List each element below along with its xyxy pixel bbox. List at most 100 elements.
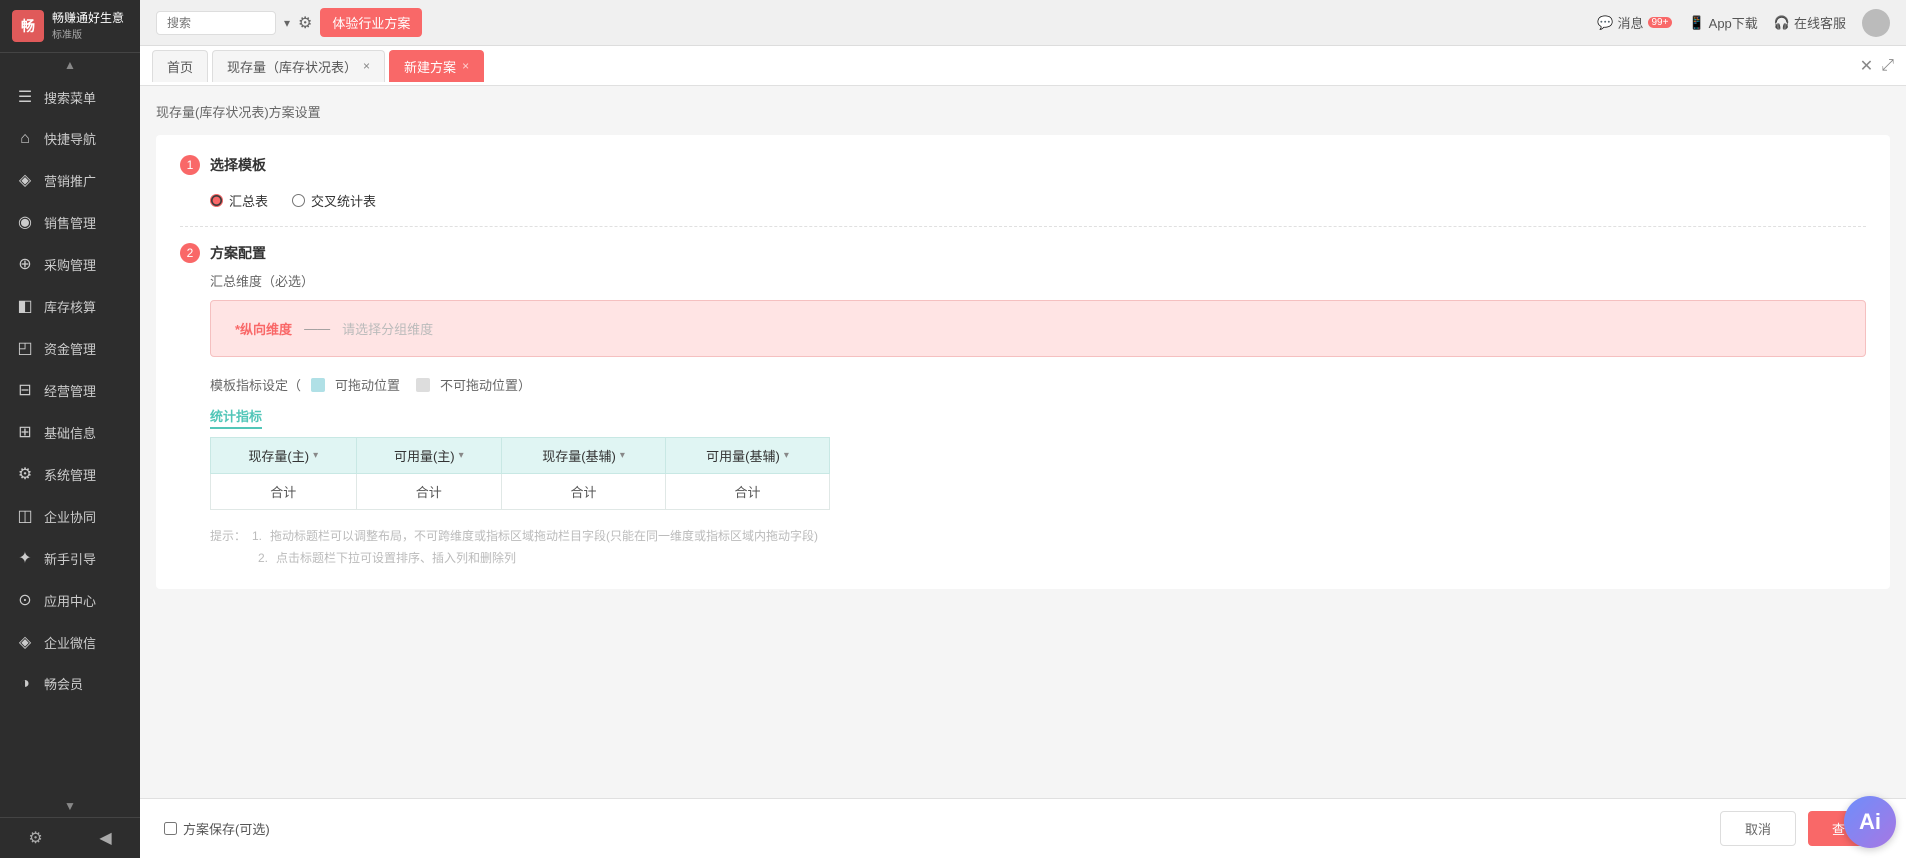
step2-badge: 2 xyxy=(180,243,200,263)
sidebar: 畅 畅赚通好生意 标准版 ▲ ☰ 搜索菜单 ⌂ 快捷导航 ◈ 营销推广 ◉ 销售… xyxy=(0,0,140,858)
tab-inventory-close[interactable]: × xyxy=(363,59,370,73)
sidebar-scroll-down[interactable]: ▼ xyxy=(0,794,140,817)
topbar-search-input[interactable] xyxy=(156,11,276,35)
radio-summary-input[interactable] xyxy=(210,194,223,207)
wechat-icon: ◈ xyxy=(16,632,34,652)
sidebar-item-basic-info[interactable]: ⊞ 基础信息 xyxy=(0,411,140,453)
cell-0-3: 合计 xyxy=(666,474,830,510)
tabbar-expand-btn[interactable]: ⤢ xyxy=(1881,56,1894,76)
step2-title: 方案配置 xyxy=(210,243,266,263)
sidebar-item-appcenter[interactable]: ⊙ 应用中心 xyxy=(0,579,140,621)
step2-content: 汇总维度（必选） *纵向维度 —— 请选择分组维度 模板指标设定（ 可拖动位置 … xyxy=(180,271,1866,569)
tab-new-scheme-label: 新建方案 xyxy=(404,57,456,76)
tip-2-text: 点击标题栏下拉可设置排序、插入列和删除列 xyxy=(276,548,516,570)
system-icon: ⚙ xyxy=(16,464,34,484)
topbar-experience-btn[interactable]: 体验行业方案 xyxy=(320,8,422,37)
th-available-main[interactable]: 可用量(主) ▾ xyxy=(356,438,502,474)
sidebar-item-guide[interactable]: ✦ 新手引导 xyxy=(0,537,140,579)
stats-table-head: 现存量(主) ▾ 可用量(主) ▾ xyxy=(211,438,830,474)
cancel-button[interactable]: 取消 xyxy=(1720,811,1796,846)
tip-1: 提示： 1. 拖动标题栏可以调整布局，不可跨维度或指标区域拖动栏目字段(只能在同… xyxy=(210,526,1866,548)
save-checkbox[interactable] xyxy=(164,822,177,835)
sidebar-item-cooperation[interactable]: ◫ 企业协同 xyxy=(0,495,140,537)
tab-home[interactable]: 首页 xyxy=(152,50,208,82)
dimension-box[interactable]: *纵向维度 —— 请选择分组维度 xyxy=(210,300,1866,357)
tip-2: 2. 点击标题栏下拉可设置排序、插入列和删除列 xyxy=(210,548,1866,570)
sales-icon: ◉ xyxy=(16,212,34,232)
sidebar-footer: ⚙ ◀ xyxy=(0,817,140,858)
radio-summary-table[interactable]: 汇总表 xyxy=(210,191,268,210)
tab-inventory-status[interactable]: 现存量（库存状况表） × xyxy=(212,50,385,82)
main-area: ▾ ⚙ 体验行业方案 💬 消息 99+ 📱 App下载 🎧 在线客服 首页 xyxy=(140,0,1906,858)
indicator-settings-row: 模板指标设定（ 可拖动位置 不可拖动位置） xyxy=(210,375,1866,394)
step1-title: 选择模板 xyxy=(210,155,266,175)
stats-section-title: 统计指标 xyxy=(210,406,262,429)
tab-new-scheme-close[interactable]: × xyxy=(462,59,469,73)
sidebar-item-label: 畅会员 xyxy=(44,674,83,693)
bottom-bar: 方案保存(可选) 取消 查询 xyxy=(140,798,1906,858)
sidebar-item-label: 企业微信 xyxy=(44,633,96,652)
sidebar-item-purchase[interactable]: ⊕ 采购管理 xyxy=(0,243,140,285)
ai-badge[interactable]: Ai xyxy=(1844,796,1896,848)
service-label: 在线客服 xyxy=(1794,13,1846,32)
non-draggable-label: 不可拖动位置） xyxy=(440,375,531,394)
settings-footer-btn[interactable]: ⚙ xyxy=(28,828,42,848)
sidebar-item-label: 搜索菜单 xyxy=(44,88,96,107)
topbar-gear-btn[interactable]: ⚙ xyxy=(298,13,312,33)
appcenter-icon: ⊙ xyxy=(16,590,34,610)
topbar-messages[interactable]: 💬 消息 99+ xyxy=(1597,13,1672,32)
tabbar: 首页 现存量（库存状况表） × 新建方案 × ✕ ⤢ xyxy=(140,46,1906,86)
topbar-dropdown-btn[interactable]: ▾ xyxy=(284,16,290,30)
topbar-app-download[interactable]: 📱 App下载 xyxy=(1688,13,1757,32)
sidebar-logo: 畅 畅赚通好生意 标准版 xyxy=(0,0,140,53)
sidebar-item-sales[interactable]: ◉ 销售管理 xyxy=(0,201,140,243)
collapse-footer-btn[interactable]: ◀ xyxy=(99,828,111,848)
radio-cross-table[interactable]: 交叉统计表 xyxy=(292,191,376,210)
radio-cross-input[interactable] xyxy=(292,194,305,207)
messages-label: 消息 xyxy=(1617,13,1643,32)
sidebar-item-wechat[interactable]: ◈ 企业微信 xyxy=(0,621,140,663)
sidebar-item-label: 销售管理 xyxy=(44,213,96,232)
basic-info-icon: ⊞ xyxy=(16,422,34,442)
home-icon: ⌂ xyxy=(16,130,34,148)
sidebar-item-label: 基础信息 xyxy=(44,423,96,442)
sidebar-scroll-up[interactable]: ▲ xyxy=(0,53,140,76)
tabbar-close-btn[interactable]: ✕ xyxy=(1860,56,1873,76)
sidebar-item-search[interactable]: ☰ 搜索菜单 xyxy=(0,76,140,118)
app-download-icon: 📱 xyxy=(1688,15,1704,31)
th-current-main[interactable]: 现存量(主) ▾ xyxy=(211,438,357,474)
sidebar-item-quicknav[interactable]: ⌂ 快捷导航 xyxy=(0,118,140,159)
stats-table: 现存量(主) ▾ 可用量(主) ▾ xyxy=(210,437,830,510)
th-available-aux[interactable]: 可用量(基辅) ▾ xyxy=(666,438,830,474)
th-current-aux[interactable]: 现存量(基辅) ▾ xyxy=(502,438,666,474)
tabbar-right: ✕ ⤢ xyxy=(1860,56,1894,76)
stats-table-header-row: 现存量(主) ▾ 可用量(主) ▾ xyxy=(211,438,830,474)
topbar-avatar[interactable] xyxy=(1862,9,1890,37)
purchase-icon: ⊕ xyxy=(16,254,34,274)
step1-header: 1 选择模板 xyxy=(180,155,1866,175)
sidebar-item-system[interactable]: ⚙ 系统管理 xyxy=(0,453,140,495)
sidebar-item-member[interactable]: ◑ 畅会员 xyxy=(0,663,140,704)
sidebar-item-finance[interactable]: ◰ 资金管理 xyxy=(0,327,140,369)
dimension-required-label: 汇总维度（必选） xyxy=(210,271,1866,290)
topbar-online-service[interactable]: 🎧 在线客服 xyxy=(1774,13,1846,32)
sidebar-item-label: 企业协同 xyxy=(44,507,96,526)
tab-new-scheme[interactable]: 新建方案 × xyxy=(389,50,484,82)
tab-home-label: 首页 xyxy=(167,57,193,76)
sidebar-item-label: 资金管理 xyxy=(44,339,96,358)
sidebar-item-label: 经营管理 xyxy=(44,381,96,400)
dimension-placeholder: 请选择分组维度 xyxy=(342,319,433,338)
topbar-right: 💬 消息 99+ 📱 App下载 🎧 在线客服 xyxy=(1597,9,1890,37)
finance-icon: ◰ xyxy=(16,338,34,358)
sidebar-item-label: 采购管理 xyxy=(44,255,96,274)
scroll-down-btn[interactable]: ▼ xyxy=(64,799,76,813)
guide-icon: ✦ xyxy=(16,548,34,568)
sidebar-item-inventory[interactable]: ◧ 库存核算 xyxy=(0,285,140,327)
sidebar-item-label: 新手引导 xyxy=(44,549,96,568)
sidebar-item-marketing[interactable]: ◈ 营销推广 xyxy=(0,159,140,201)
save-checkbox-label[interactable]: 方案保存(可选) xyxy=(164,819,270,838)
topbar-left: ▾ ⚙ 体验行业方案 xyxy=(156,8,422,37)
chevron-down-icon-3: ▾ xyxy=(620,450,625,461)
scroll-up-btn[interactable]: ▲ xyxy=(64,58,76,72)
sidebar-item-operations[interactable]: ⊟ 经营管理 xyxy=(0,369,140,411)
